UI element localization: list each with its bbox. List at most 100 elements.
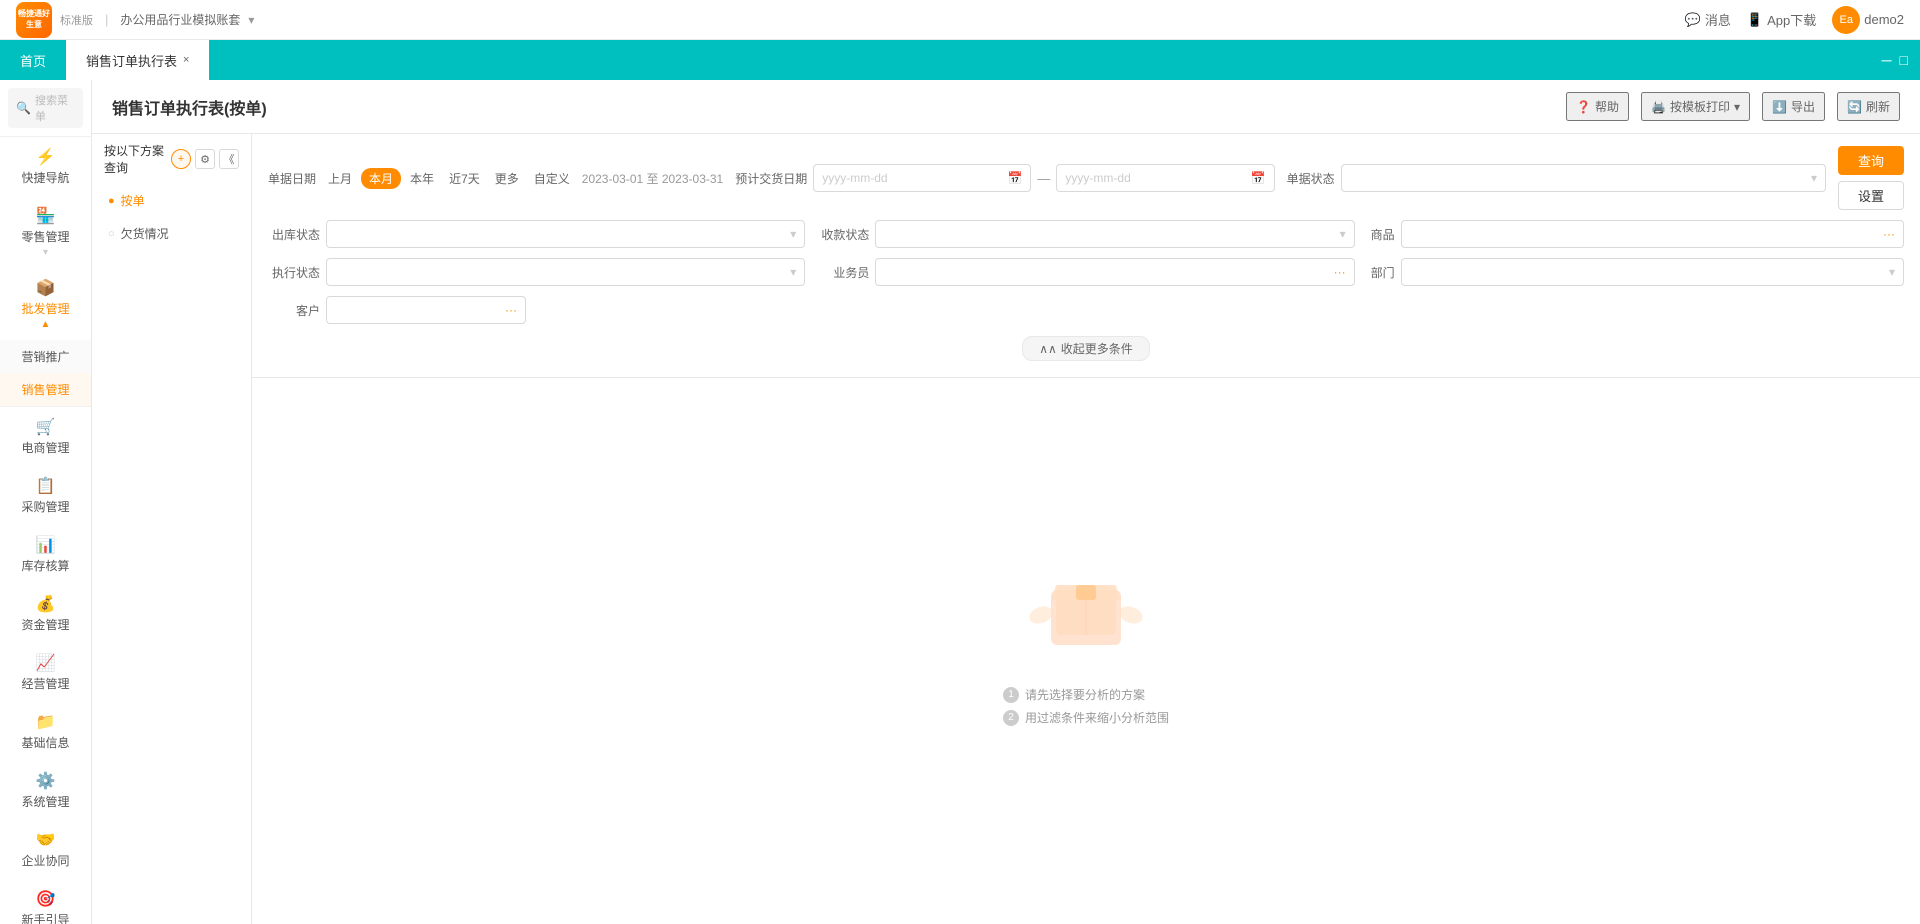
logo-subtitle: 标准版 <box>60 12 93 28</box>
goods-label: 商品 <box>1367 226 1395 243</box>
sidebar-item-marketing[interactable]: 营销推广 <box>0 340 91 373</box>
sidebar-item-wholesale[interactable]: 📦 批发管理 ▲ <box>0 268 91 340</box>
status-select[interactable]: ▾ <box>1341 164 1826 192</box>
sidebar-item-enterprise[interactable]: 🤝 企业协同 <box>0 820 91 879</box>
sidebar-search[interactable]: 🔍 搜索菜单 <box>0 80 91 137</box>
customer-label: 客户 <box>268 302 320 319</box>
goods-input[interactable]: ··· <box>1401 220 1904 248</box>
user-menu[interactable]: Ea demo2 <box>1832 6 1904 34</box>
tab-close-icon[interactable]: × <box>183 54 189 66</box>
collapse-up-icon: ∧∧ <box>1039 342 1057 356</box>
quicknav-icon: ⚡ <box>36 147 56 167</box>
sidebar-item-operations[interactable]: 📈 经营管理 <box>0 643 91 702</box>
scheme-item-shortage[interactable]: ○ 欠货情况 <box>92 217 251 250</box>
topbar-right: 💬 消息 📱 App下载 Ea demo2 <box>1685 6 1904 34</box>
dept-select[interactable]: ▾ <box>1401 258 1904 286</box>
scheme-add-btn[interactable]: + <box>171 149 191 169</box>
scheme-settings-btn[interactable]: ⚙ <box>195 149 215 169</box>
sidebar-item-finance[interactable]: 💰 资金管理 <box>0 584 91 643</box>
date-end-input[interactable]: yyyy-mm-dd 📅 <box>1056 164 1274 192</box>
sidebar-item-system[interactable]: ⚙️ 系统管理 <box>0 761 91 820</box>
scheme-collapse-icon: 《 <box>224 151 235 167</box>
export-btn[interactable]: ⬇️ 导出 <box>1762 92 1825 121</box>
topbar-left: 畅捷通好生意 标准版 | 办公用品行业模拟账套 ▾ <box>16 2 254 38</box>
refresh-btn[interactable]: 🔄 刷新 <box>1837 92 1900 121</box>
export-icon: ⬇️ <box>1772 100 1787 114</box>
customer-group: 客户 ··· <box>268 296 526 324</box>
filter-row-4: 客户 ··· <box>268 296 1904 324</box>
operations-icon: 📈 <box>36 653 56 673</box>
collapse-btn[interactable]: ∧∧ 收起更多条件 <box>1022 336 1150 361</box>
industry-title: 办公用品行业模拟账套 <box>120 11 240 28</box>
date-tab-custom[interactable]: 自定义 <box>528 168 576 189</box>
navtabs: 首页 销售订单执行表 × ─ □ <box>0 40 1920 80</box>
sidebar-item-purchase[interactable]: 📋 采购管理 <box>0 466 91 525</box>
wholesale-submenu: 营销推广 销售管理 <box>0 340 91 407</box>
date-tab-7days[interactable]: 近7天 <box>443 168 486 189</box>
salesman-input[interactable]: ··· <box>875 258 1354 286</box>
calendar-icon-start: 📅 <box>1007 171 1022 185</box>
date-start-input[interactable]: yyyy-mm-dd 📅 <box>813 164 1031 192</box>
scheme-item-by-order[interactable]: ● 按单 <box>92 184 251 217</box>
logo: 畅捷通好生意 <box>16 2 52 38</box>
customer-input[interactable]: ··· <box>326 296 526 324</box>
sidebar-item-retail[interactable]: 🏪 零售管理 ▾ <box>0 196 91 268</box>
scheme-settings-icon: ⚙ <box>200 153 210 166</box>
sidebar-item-ecommerce[interactable]: 🛒 电商管理 <box>0 407 91 466</box>
receipt-status-group: 收款状态 ▾ <box>817 220 1354 248</box>
date-tab-thisyear[interactable]: 本年 <box>404 168 440 189</box>
dept-group: 部门 ▾ <box>1367 258 1904 286</box>
search-box[interactable]: 🔍 搜索菜单 <box>8 88 83 128</box>
minimize-icon[interactable]: ─ <box>1882 52 1892 68</box>
scheme-collapse-btn[interactable]: 《 <box>219 149 239 169</box>
scheme-header: 按以下方案查询 + ⚙ 《 <box>92 134 251 184</box>
scheme-panel: 按以下方案查询 + ⚙ 《 ● 按单 <box>92 134 252 924</box>
page-actions: ❓ 帮助 🖨️ 按模板打印 ▾ ⬇️ 导出 🔄 刷新 <box>1566 92 1900 121</box>
exec-status-select[interactable]: ▾ <box>326 258 805 286</box>
out-status-select[interactable]: ▾ <box>326 220 805 248</box>
date-label: 单据日期 <box>268 170 316 187</box>
sidebar-item-guide[interactable]: 🎯 新手引导 <box>0 879 91 924</box>
enterprise-icon: 🤝 <box>36 830 56 850</box>
date-tab-thismonth[interactable]: 本月 <box>361 168 401 189</box>
page-header: 销售订单执行表(按单) ❓ 帮助 🖨️ 按模板打印 ▾ ⬇️ 导出 🔄 刷新 <box>92 80 1920 134</box>
message-icon: 💬 <box>1685 12 1701 28</box>
exec-status-label: 执行状态 <box>268 264 320 281</box>
empty-state: 1 请先选择要分析的方案 2 用过滤条件来缩小分析范围 <box>1003 570 1169 732</box>
page-title: 销售订单执行表(按单) <box>112 95 267 119</box>
search-label: 搜索菜单 <box>35 92 75 124</box>
filter-row-1: 单据日期 上月 本月 本年 近7天 更多 自定义 2023-03-01 至 20… <box>268 146 1904 210</box>
dropdown-icon[interactable]: ▾ <box>248 13 254 27</box>
setting-btn[interactable]: 设置 <box>1838 181 1904 210</box>
message-btn[interactable]: 💬 消息 <box>1685 10 1731 29</box>
date-range: 2023-03-01 至 2023-03-31 <box>582 170 723 187</box>
tab-home[interactable]: 首页 <box>0 40 66 80</box>
help-btn[interactable]: ❓ 帮助 <box>1566 92 1629 121</box>
exec-status-arrow: ▾ <box>790 265 796 279</box>
app-download-btn[interactable]: 📱 App下载 <box>1747 10 1816 29</box>
sidebar-item-basics[interactable]: 📁 基础信息 <box>0 702 91 761</box>
dept-label: 部门 <box>1367 264 1395 281</box>
print-btn[interactable]: 🖨️ 按模板打印 ▾ <box>1641 92 1750 121</box>
sidebar-item-inventory[interactable]: 📊 库存核算 <box>0 525 91 584</box>
date-tabs: 上月 本月 本年 近7天 更多 自定义 <box>322 168 576 189</box>
wholesale-icon: 📦 <box>36 278 56 298</box>
hint-num-1: 1 <box>1003 687 1019 703</box>
scheme-icons: + ⚙ 《 <box>171 149 239 169</box>
guide-icon: 🎯 <box>36 889 56 909</box>
filter-content-wrapper: 按以下方案查询 + ⚙ 《 ● 按单 <box>92 134 1920 924</box>
tab-sales-exec[interactable]: 销售订单执行表 × <box>66 40 209 80</box>
goods-group: 商品 ··· <box>1367 220 1904 248</box>
query-btn[interactable]: 查询 <box>1838 146 1904 175</box>
sidebar-item-quicknav[interactable]: ⚡ 快捷导航 <box>0 137 91 196</box>
receipt-status-label: 收款状态 <box>817 226 869 243</box>
salesman-label: 业务员 <box>817 264 869 281</box>
filter-row-2: 出库状态 ▾ 收款状态 ▾ <box>268 220 1904 248</box>
maximize-icon[interactable]: □ <box>1900 52 1908 68</box>
navtab-expand: ─ □ <box>1882 52 1908 68</box>
sidebar-item-sales[interactable]: 销售管理 <box>0 373 91 406</box>
date-tab-more[interactable]: 更多 <box>489 168 525 189</box>
refresh-icon: 🔄 <box>1847 100 1862 114</box>
receipt-status-select[interactable]: ▾ <box>875 220 1354 248</box>
date-tab-lastmonth[interactable]: 上月 <box>322 168 358 189</box>
